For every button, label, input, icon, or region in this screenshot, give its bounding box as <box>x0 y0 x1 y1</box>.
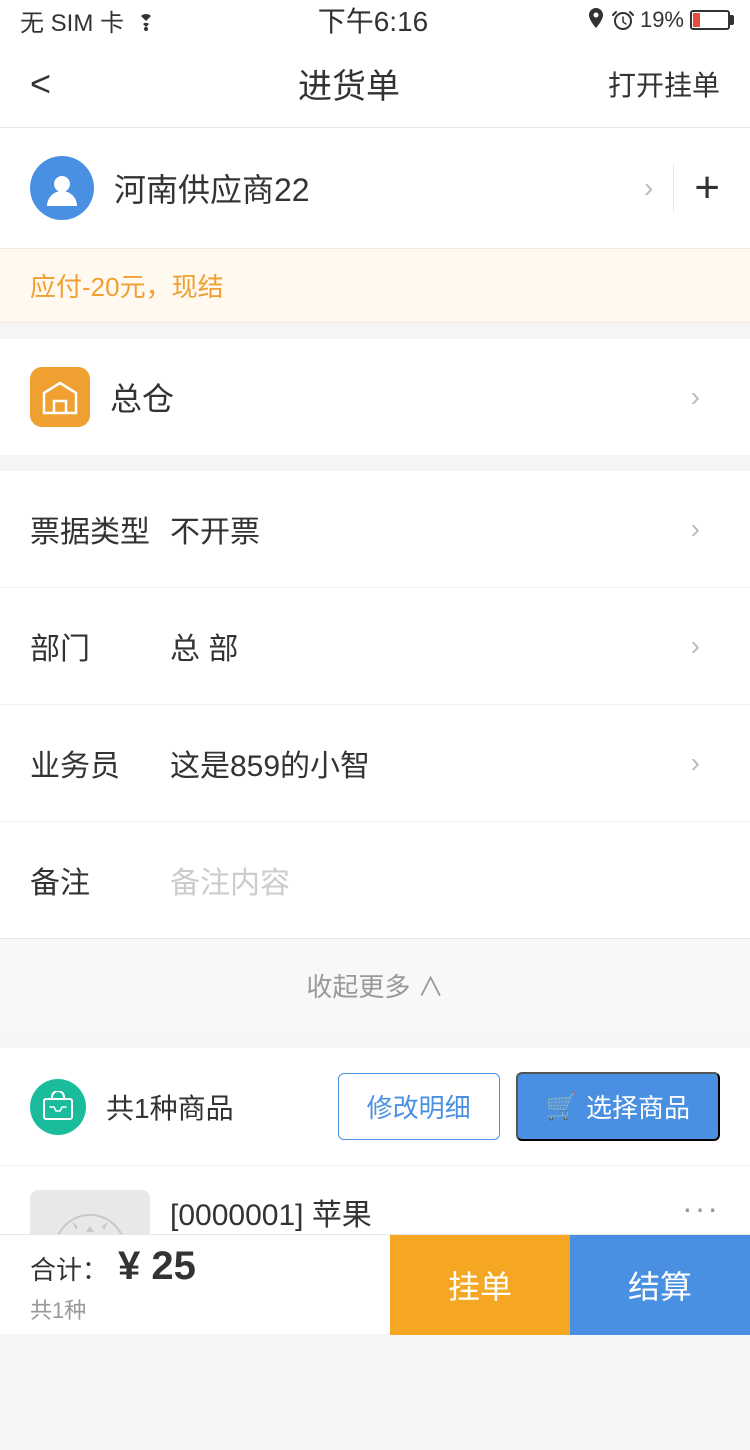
cart-icon: 🛒 <box>546 1091 578 1122</box>
status-bar: 无 SIM 卡 下午6:16 19% <box>0 0 750 40</box>
remark-placeholder: 备注内容 <box>170 858 720 902</box>
select-product-label: 选择商品 <box>586 1088 690 1125</box>
divider <box>673 164 674 212</box>
remark-label: 备注 <box>30 858 170 902</box>
department-label: 部门 <box>30 624 170 668</box>
battery-percentage: 19% <box>640 7 684 33</box>
department-row[interactable]: 部门 总 部 › <box>0 587 750 704</box>
warehouse-name: 总仓 <box>110 374 691 420</box>
product-count: 共1种商品 <box>106 1087 338 1127</box>
nav-title: 进货单 <box>298 59 400 108</box>
product-more-button[interactable]: ··· <box>682 1190 720 1227</box>
total-label: 合计： <box>30 1250 108 1287</box>
product-header: 共1种商品 修改明细 🛒 选择商品 <box>0 1048 750 1165</box>
total-row: 合计： ¥ 25 <box>30 1244 360 1289</box>
total-amount: ¥ 25 <box>118 1244 196 1289</box>
wifi-icon <box>132 9 160 31</box>
product-name: [0000001] 苹果 <box>170 1190 682 1234</box>
form-section: 票据类型 不开票 › 部门 总 部 › 业务员 这是859的小智 › 备注 备注… <box>0 471 750 1032</box>
back-button[interactable]: < <box>30 63 90 105</box>
invoice-type-label: 票据类型 <box>30 507 170 551</box>
add-supplier-button[interactable]: + <box>694 166 720 210</box>
invoice-type-chevron-icon: › <box>691 513 700 545</box>
collapse-button[interactable]: 收起更多 ∧ <box>0 938 750 1032</box>
product-icon <box>30 1079 86 1135</box>
alarm-icon <box>612 9 634 31</box>
remark-row[interactable]: 备注 备注内容 <box>0 821 750 938</box>
bottom-bar: 合计： ¥ 25 共1种 挂单 结算 <box>0 1234 750 1334</box>
total-count: 共1种 <box>30 1293 360 1325</box>
warehouse-row[interactable]: 总仓 › <box>0 339 750 455</box>
salesperson-value: 这是859的小智 <box>170 741 691 785</box>
nav-bar: < 进货单 打开挂单 <box>0 40 750 128</box>
salesperson-label: 业务员 <box>30 741 170 785</box>
supplier-avatar <box>30 156 94 220</box>
department-chevron-icon: › <box>691 630 700 662</box>
supplier-chevron-icon: › <box>644 172 653 204</box>
payment-notice: 应付-20元，现结 <box>0 248 750 323</box>
product-id: [0000001] <box>170 1199 303 1232</box>
warehouse-section: 总仓 › <box>0 339 750 455</box>
battery-icon <box>690 10 730 30</box>
edit-details-button[interactable]: 修改明细 <box>338 1073 500 1140</box>
hang-button[interactable]: 挂单 <box>390 1235 570 1335</box>
supplier-name: 河南供应商22 <box>114 165 644 211</box>
salesperson-chevron-icon: › <box>691 747 700 779</box>
carrier-text: 无 SIM 卡 <box>20 3 124 38</box>
warehouse-icon <box>30 367 90 427</box>
checkout-button[interactable]: 结算 <box>570 1235 750 1335</box>
status-time: 下午6:16 <box>318 0 429 40</box>
select-product-button[interactable]: 🛒 选择商品 <box>516 1072 720 1141</box>
supplier-section: 河南供应商22 › + 应付-20元，现结 <box>0 128 750 323</box>
salesperson-row[interactable]: 业务员 这是859的小智 › <box>0 704 750 821</box>
department-value: 总 部 <box>170 624 691 668</box>
warehouse-chevron-icon: › <box>691 381 700 413</box>
status-right: 19% <box>586 7 730 33</box>
product-title: 苹果 <box>312 1199 372 1232</box>
bottom-total: 合计： ¥ 25 共1种 <box>0 1244 390 1325</box>
status-left: 无 SIM 卡 <box>20 3 160 38</box>
supplier-row[interactable]: 河南供应商22 › + <box>0 128 750 248</box>
location-icon <box>586 8 606 32</box>
invoice-type-row[interactable]: 票据类型 不开票 › <box>0 471 750 587</box>
open-hang-button[interactable]: 打开挂单 <box>608 64 720 104</box>
invoice-type-value: 不开票 <box>170 507 691 551</box>
